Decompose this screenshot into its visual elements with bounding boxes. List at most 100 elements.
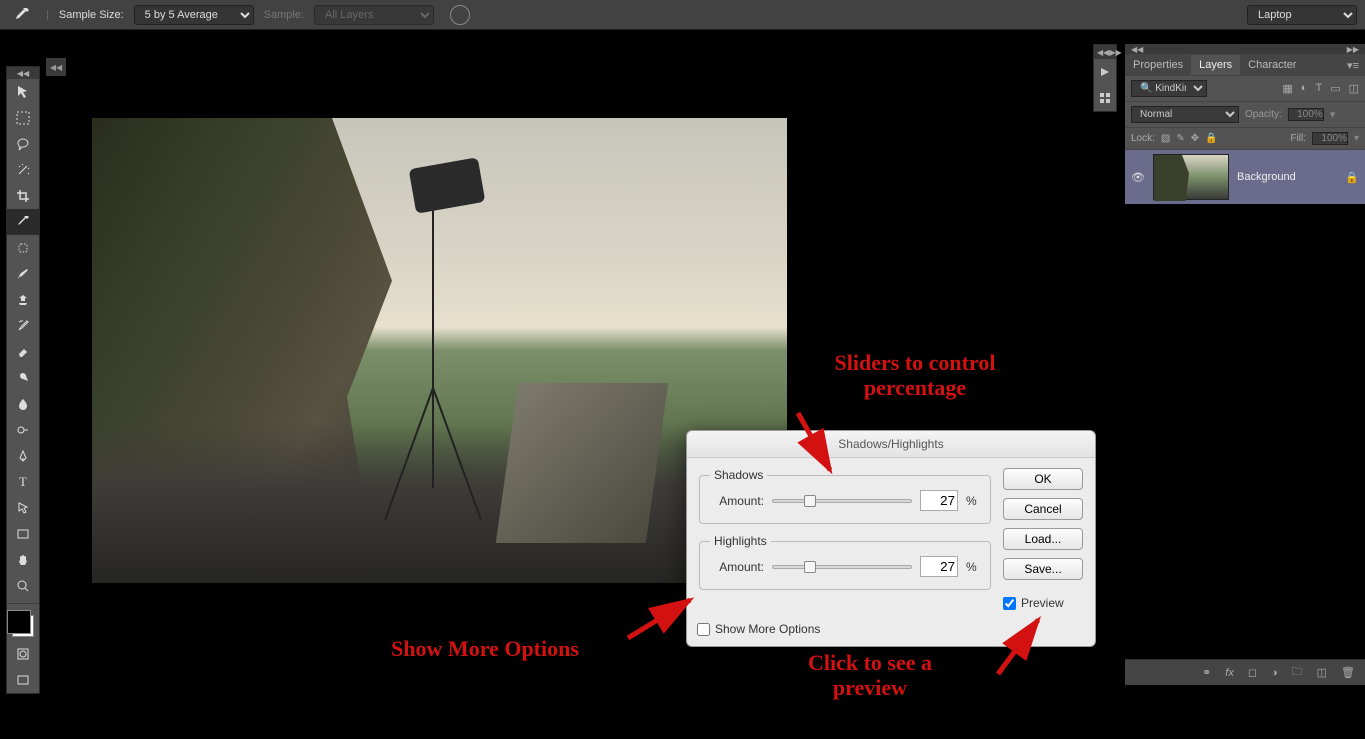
sample-size-label: Sample Size: bbox=[59, 9, 124, 21]
new-layer-icon[interactable]: ◫ bbox=[1317, 666, 1327, 679]
opacity-stepper-icon[interactable]: ▾ bbox=[1330, 108, 1336, 121]
type-tool[interactable]: T bbox=[7, 469, 39, 495]
tab-properties[interactable]: Properties bbox=[1125, 55, 1191, 75]
ok-button[interactable]: OK bbox=[1003, 468, 1083, 490]
load-button[interactable]: Load... bbox=[1003, 528, 1083, 550]
history-brush-tool[interactable] bbox=[7, 313, 39, 339]
blur-tool[interactable] bbox=[7, 391, 39, 417]
sample-ring-icon[interactable] bbox=[450, 5, 470, 25]
fill-label: Fill: bbox=[1290, 133, 1306, 144]
cancel-button[interactable]: Cancel bbox=[1003, 498, 1083, 520]
pct-label: % bbox=[966, 560, 980, 574]
sample-label: Sample: bbox=[264, 9, 304, 21]
filter-type-icon[interactable]: T bbox=[1315, 82, 1322, 95]
collapsed-panel-strip: ◀◀▶▶ bbox=[1093, 44, 1117, 112]
layer-effects-icon[interactable]: fx bbox=[1225, 667, 1234, 679]
palette-grip[interactable]: ◀◀ bbox=[7, 67, 39, 79]
brush-tool[interactable] bbox=[7, 261, 39, 287]
lock-pos-icon[interactable]: ✥ bbox=[1191, 133, 1199, 144]
document-tab-grip[interactable]: ◀◀ bbox=[46, 58, 66, 76]
options-bar: | Sample Size: 5 by 5 Average Sample: Al… bbox=[0, 0, 1365, 30]
opacity-label: Opacity: bbox=[1245, 109, 1282, 120]
screen-mode-icon[interactable] bbox=[7, 667, 39, 693]
canvas-image[interactable] bbox=[92, 118, 787, 583]
highlights-amount-input[interactable] bbox=[920, 556, 958, 577]
lasso-tool[interactable] bbox=[7, 131, 39, 157]
history-panel-icon[interactable] bbox=[1094, 59, 1116, 85]
clone-stamp-tool[interactable] bbox=[7, 287, 39, 313]
highlights-legend: Highlights bbox=[710, 534, 771, 548]
panel-tabs: Properties Layers Character ▾≡ bbox=[1125, 54, 1365, 76]
path-selection-tool[interactable] bbox=[7, 495, 39, 521]
dodge-tool[interactable] bbox=[7, 417, 39, 443]
save-button[interactable]: Save... bbox=[1003, 558, 1083, 580]
lock-icon: 🔒 bbox=[1345, 171, 1359, 184]
sample-size-select[interactable]: 5 by 5 Average bbox=[134, 5, 254, 25]
visibility-icon[interactable]: 👁 bbox=[1131, 171, 1145, 184]
filter-adjust-icon[interactable]: ◐ bbox=[1301, 82, 1308, 95]
highlights-amount-label: Amount: bbox=[710, 560, 764, 574]
arrow-to-slider bbox=[790, 405, 840, 483]
magic-wand-tool[interactable] bbox=[7, 157, 39, 183]
eraser-tool[interactable] bbox=[7, 339, 39, 365]
marquee-tool[interactable] bbox=[7, 105, 39, 131]
lock-paint-icon[interactable]: ✎ bbox=[1176, 133, 1184, 144]
arrow-to-show-more bbox=[620, 590, 700, 648]
filter-pixel-icon[interactable]: ▦ bbox=[1282, 82, 1292, 95]
shadows-amount-input[interactable] bbox=[920, 490, 958, 511]
panel-menu-icon[interactable]: ▾≡ bbox=[1341, 59, 1365, 72]
lock-trans-icon[interactable]: ▨ bbox=[1161, 133, 1170, 144]
delete-layer-icon[interactable]: 🗑 bbox=[1341, 666, 1355, 679]
pen-tool[interactable] bbox=[7, 443, 39, 469]
annotation-show-more: Show More Options bbox=[340, 636, 630, 661]
fill-input[interactable] bbox=[1312, 132, 1348, 145]
eyedropper-tool[interactable] bbox=[7, 209, 39, 235]
tab-layers[interactable]: Layers bbox=[1191, 55, 1240, 75]
actions-panel-icon[interactable] bbox=[1094, 85, 1116, 111]
layer-row-background[interactable]: 👁 Background 🔒 bbox=[1125, 150, 1365, 204]
eyedropper-tool-icon[interactable] bbox=[8, 4, 36, 26]
move-tool[interactable] bbox=[7, 79, 39, 105]
hand-tool[interactable] bbox=[7, 547, 39, 573]
blend-mode-select[interactable]: Normal bbox=[1131, 106, 1239, 123]
filter-smart-icon[interactable]: ◫ bbox=[1349, 82, 1359, 95]
filter-shape-icon[interactable]: ▭ bbox=[1330, 82, 1340, 95]
zoom-tool[interactable] bbox=[7, 573, 39, 599]
preview-label: Preview bbox=[1021, 596, 1064, 610]
healing-brush-tool[interactable] bbox=[7, 235, 39, 261]
shadows-amount-label: Amount: bbox=[710, 494, 764, 508]
layers-panel: ◀◀▶▶ Properties Layers Character ▾≡ 🔍 Ki… bbox=[1125, 44, 1365, 739]
tool-palette: ◀◀ T bbox=[6, 66, 40, 694]
layer-group-icon[interactable]: 🗀 bbox=[1292, 663, 1303, 682]
tab-character[interactable]: Character bbox=[1240, 55, 1304, 75]
highlights-amount-slider[interactable] bbox=[772, 565, 912, 569]
preview-checkbox[interactable] bbox=[1003, 597, 1016, 610]
dialog-title: Shadows/Highlights bbox=[687, 431, 1095, 458]
annotation-sliders: Sliders to control percentage bbox=[800, 350, 1030, 401]
shadows-legend: Shadows bbox=[710, 468, 767, 482]
workspace-select[interactable]: Laptop bbox=[1247, 5, 1357, 25]
link-layers-icon[interactable]: ⚭ bbox=[1202, 666, 1211, 679]
adjustment-layer-icon[interactable]: ◑ bbox=[1271, 667, 1278, 679]
lock-label: Lock: bbox=[1131, 133, 1155, 144]
shadows-fieldset: Shadows Amount: % bbox=[699, 468, 991, 524]
shadows-amount-slider[interactable] bbox=[772, 499, 912, 503]
lock-all-icon[interactable]: 🔒 bbox=[1205, 133, 1217, 144]
layer-thumbnail[interactable] bbox=[1153, 154, 1229, 200]
gradient-tool[interactable] bbox=[7, 365, 39, 391]
quick-mask-icon[interactable] bbox=[7, 641, 39, 667]
color-swatch[interactable] bbox=[12, 615, 34, 637]
arrow-to-preview bbox=[990, 612, 1050, 685]
crop-tool[interactable] bbox=[7, 183, 39, 209]
highlights-fieldset: Highlights Amount: % bbox=[699, 534, 991, 590]
layer-mask-icon[interactable]: ◻ bbox=[1248, 666, 1257, 679]
sample-select: All Layers bbox=[314, 5, 434, 25]
layer-filter-select[interactable]: 🔍 KindKind bbox=[1131, 80, 1207, 97]
fill-stepper-icon[interactable]: ▾ bbox=[1354, 133, 1359, 144]
show-more-options-label: Show More Options bbox=[715, 622, 820, 636]
layers-panel-footer: ⚭ fx ◻ ◑ 🗀 ◫ 🗑 bbox=[1125, 659, 1365, 685]
opacity-input[interactable] bbox=[1288, 108, 1324, 121]
pct-label: % bbox=[966, 494, 980, 508]
rectangle-tool[interactable] bbox=[7, 521, 39, 547]
layer-name[interactable]: Background bbox=[1237, 171, 1337, 183]
